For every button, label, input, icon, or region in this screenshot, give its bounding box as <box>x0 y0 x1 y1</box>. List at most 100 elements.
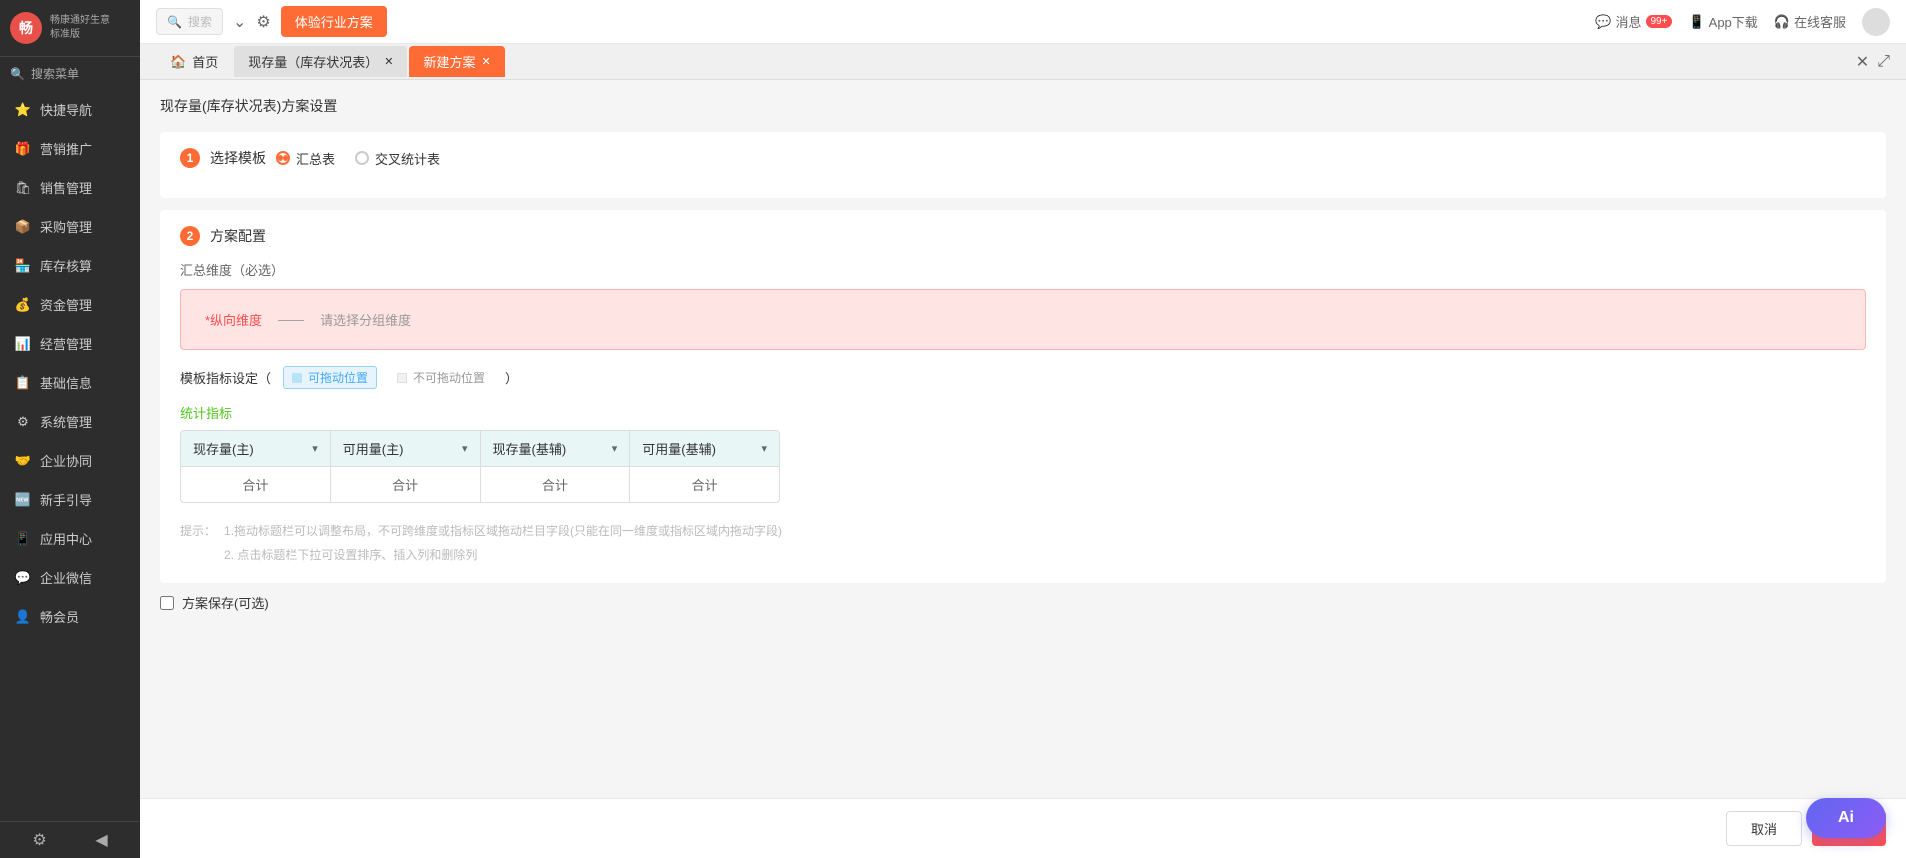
top-search-box[interactable]: 🔍 搜索 <box>156 8 223 35</box>
draggable-icon <box>292 373 302 383</box>
sidebar-logo: 畅 畅康通好生意 标准版 <box>0 0 140 57</box>
app-logo-text: 畅康通好生意 标准版 <box>50 14 110 42</box>
collapse-btn[interactable]: ◀ <box>95 830 107 850</box>
app-download-icon: 📱 <box>1688 14 1704 30</box>
radio-summary[interactable]: 汇总表 <box>276 149 335 168</box>
sidebar-search-menu[interactable]: 🔍 搜索菜单 <box>0 57 140 90</box>
sidebar-item-sales[interactable]: 🛍 销售管理 <box>0 168 140 207</box>
user-avatar[interactable] <box>1862 8 1890 36</box>
sidebar-item-system[interactable]: ⚙ 系统管理 <box>0 402 140 441</box>
chevron-col2-icon: ▾ <box>612 442 618 455</box>
top-header: 🔍 搜索 ⌄ ⚙ 体验行业方案 💬 消息 99+ 📱 App下载 🎧 在线客服 <box>140 0 1906 44</box>
tab-new-plan-close[interactable]: ✕ <box>481 55 490 68</box>
sidebar-item-marketing[interactable]: 🎁 营销推广 <box>0 129 140 168</box>
sidebar-item-basic[interactable]: 📋 基础信息 <box>0 363 140 402</box>
sidebar-item-member[interactable]: 👤 畅会员 <box>0 597 140 636</box>
message-icon: 💬 <box>1595 14 1611 30</box>
ai-float-label: Ai <box>1838 809 1854 827</box>
inventory-icon: 🏪 <box>14 257 32 275</box>
step1-badge: 1 <box>180 148 200 168</box>
sidebar-item-business[interactable]: 📊 经营管理 <box>0 324 140 363</box>
footer-bar: 取消 查询 <box>140 798 1906 858</box>
headset-icon: 🎧 <box>1774 14 1790 30</box>
online-service-action[interactable]: 🎧 在线客服 <box>1774 12 1846 31</box>
stats-table: 现存量(主) ▾ 可用量(主) ▾ 现存量(基辅) ▾ 可用量(基辅) ▾ <box>180 430 780 503</box>
tab-home[interactable]: 🏠 首页 <box>156 46 232 77</box>
ai-float-button[interactable]: Ai <box>1806 798 1886 838</box>
guide-icon: 🆕 <box>14 491 32 509</box>
tab-inventory[interactable]: 现存量（库存状况表） ✕ <box>234 46 407 77</box>
radio-cross[interactable]: 交叉统计表 <box>355 149 440 168</box>
page-content: 现存量(库存状况表)方案设置 1 选择模板 汇总表 交叉统计表 <box>140 80 1906 798</box>
sidebar-item-enterprise[interactable]: 🤝 企业协同 <box>0 441 140 480</box>
search-placeholder-text: 搜索 <box>188 13 212 30</box>
chevron-col1-icon: ▾ <box>462 442 468 455</box>
sidebar-item-finance[interactable]: 💰 资金管理 <box>0 285 140 324</box>
marketing-icon: 🎁 <box>14 140 32 158</box>
chevron-col0-icon: ▾ <box>312 442 318 455</box>
page-title: 现存量(库存状况表)方案设置 <box>160 96 1886 116</box>
sidebar-bottom: ⚙ ◀ <box>0 821 140 858</box>
top-header-right: 💬 消息 99+ 📱 App下载 🎧 在线客服 <box>1595 8 1890 36</box>
dimension-placeholder: 请选择分组维度 <box>320 310 411 329</box>
message-action[interactable]: 💬 消息 99+ <box>1595 12 1672 31</box>
system-icon: ⚙ <box>14 413 32 431</box>
top-header-left: 🔍 搜索 ⌄ ⚙ 体验行业方案 <box>156 6 387 37</box>
purchase-icon: 📦 <box>14 218 32 236</box>
dimension-area[interactable]: *纵向维度 —— 请选择分组维度 <box>180 289 1866 350</box>
main-area: 🔍 搜索 ⌄ ⚙ 体验行业方案 💬 消息 99+ 📱 App下载 🎧 在线客服 <box>140 0 1906 858</box>
stats-table-summary-row: 合计 合计 合计 合计 <box>181 466 779 502</box>
stats-col-2[interactable]: 现存量(基辅) ▾ <box>481 431 631 466</box>
radio-summary-circle <box>276 151 290 165</box>
wechat-icon: 💬 <box>14 569 32 587</box>
dimension-section-label: 汇总维度（必选） <box>180 260 1866 279</box>
tab-inventory-close[interactable]: ✕ <box>384 55 393 68</box>
trial-btn[interactable]: 体验行业方案 <box>281 6 387 37</box>
business-icon: 📊 <box>14 335 32 353</box>
step1-header: 1 选择模板 汇总表 交叉统计表 <box>180 148 1866 168</box>
sidebar-item-purchase[interactable]: 📦 采购管理 <box>0 207 140 246</box>
draggable-badge: 可拖动位置 <box>283 366 377 389</box>
settings-bottom-btn[interactable]: ⚙ <box>32 830 46 850</box>
non-draggable-badge: 不可拖动位置 <box>389 367 493 388</box>
tips-section: 提示： 1.拖动标题栏可以调整布局，不可跨维度或指标区域拖动栏目字段(只能在同一… <box>180 519 1866 567</box>
dimension-separator: —— <box>278 312 304 327</box>
sales-icon: 🛍 <box>14 179 32 197</box>
sidebar-nav: ⭐ 快捷导航 🎁 营销推广 🛍 销售管理 📦 采购管理 🏪 库存核算 💰 资金管… <box>0 90 140 821</box>
basic-icon: 📋 <box>14 374 32 392</box>
stats-label: 统计指标 <box>180 403 1866 422</box>
stats-col-0[interactable]: 现存量(主) ▾ <box>181 431 331 466</box>
template-settings-suffix: ） <box>505 368 518 387</box>
save-option-label: 方案保存(可选) <box>182 593 269 612</box>
stats-cell-1: 合计 <box>331 467 481 502</box>
header-settings-icon[interactable]: ⚙ <box>256 12 270 32</box>
stats-col-3[interactable]: 可用量(基辅) ▾ <box>630 431 779 466</box>
sidebar-item-guide[interactable]: 🆕 新手引导 <box>0 480 140 519</box>
sidebar-item-inventory[interactable]: 🏪 库存核算 <box>0 246 140 285</box>
template-settings-label: 模板指标设定（ <box>180 368 271 387</box>
tip-item-1: 提示： 2. 点击标题栏下拉可设置排序、插入列和删除列 <box>180 543 1866 567</box>
finance-icon: 💰 <box>14 296 32 314</box>
header-gear-icon[interactable]: ⌄ <box>233 12 246 32</box>
save-checkbox[interactable] <box>160 596 174 610</box>
window-expand-btn[interactable]: ⤢ <box>1877 53 1890 71</box>
dimension-required-text: *纵向维度 <box>205 310 262 329</box>
window-close-btn[interactable]: ✕ <box>1856 52 1869 72</box>
step2-header: 2 方案配置 <box>180 226 1866 246</box>
stats-cell-2: 合计 <box>481 467 631 502</box>
stats-col-1[interactable]: 可用量(主) ▾ <box>331 431 481 466</box>
sidebar-item-app[interactable]: 📱 应用中心 <box>0 519 140 558</box>
sidebar: 畅 畅康通好生意 标准版 🔍 搜索菜单 ⭐ 快捷导航 🎁 营销推广 🛍 销售管理… <box>0 0 140 858</box>
chevron-col3-icon: ▾ <box>761 442 767 455</box>
stats-cell-3: 合计 <box>630 467 779 502</box>
sidebar-item-wechat[interactable]: 💬 企业微信 <box>0 558 140 597</box>
tab-new-plan[interactable]: 新建方案 ✕ <box>409 46 504 77</box>
enterprise-icon: 🤝 <box>14 452 32 470</box>
app-download-action[interactable]: 📱 App下载 <box>1688 12 1757 31</box>
sidebar-item-quick-nav[interactable]: ⭐ 快捷导航 <box>0 90 140 129</box>
step2-badge: 2 <box>180 226 200 246</box>
app-icon: 📱 <box>14 530 32 548</box>
non-draggable-icon <box>397 373 407 383</box>
template-radio-group: 汇总表 交叉统计表 <box>276 149 440 168</box>
cancel-button[interactable]: 取消 <box>1726 811 1802 846</box>
